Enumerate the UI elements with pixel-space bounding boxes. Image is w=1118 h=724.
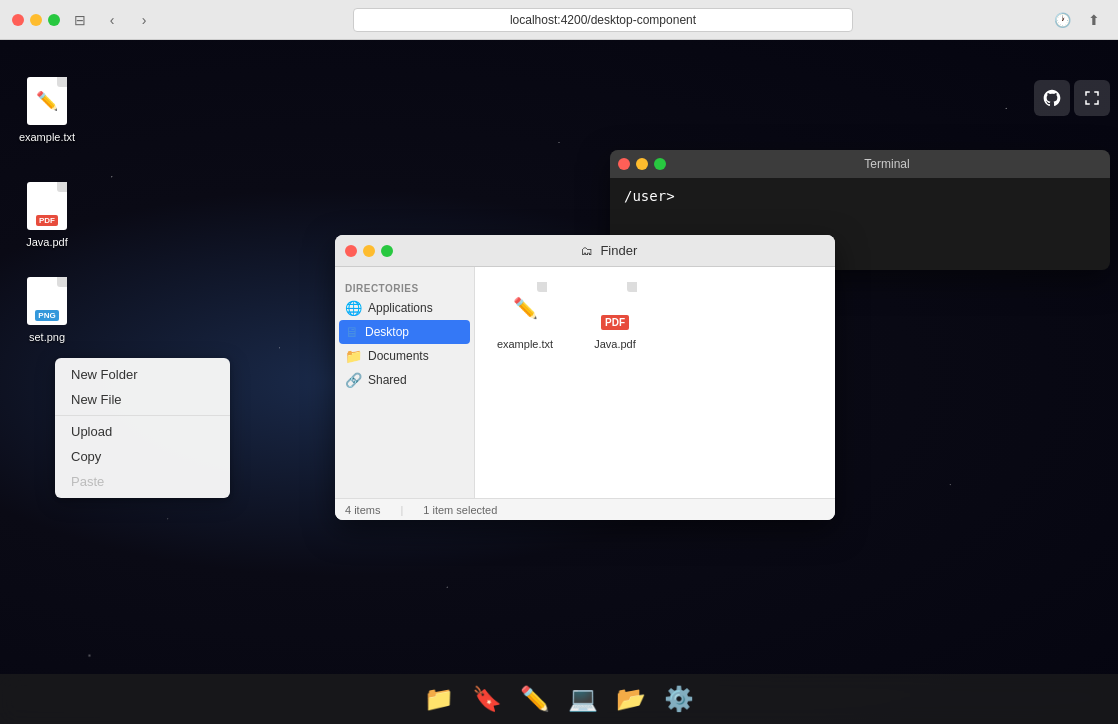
finder-file-label-example-txt: example.txt (497, 338, 553, 350)
finder-file-label-java-pdf: Java.pdf (594, 338, 636, 350)
finder-sidebar: Directories 🌐 Applications 🖥 Desktop 📁 D… (335, 267, 475, 498)
context-menu-copy[interactable]: Copy (55, 444, 230, 469)
context-menu-upload[interactable]: Upload (55, 419, 230, 444)
maximize-button[interactable] (48, 14, 60, 26)
taskbar-pencil-icon[interactable]: ✏️ (517, 681, 553, 717)
finder-statusbar: 4 items | 1 item selected (335, 498, 835, 520)
txt-file-icon: ✏️ (27, 77, 67, 125)
finder-traffic-lights (345, 245, 393, 257)
finder-minimize[interactable] (363, 245, 375, 257)
context-menu-new-folder[interactable]: New Folder (55, 362, 230, 387)
terminal-title: Terminal (672, 157, 1102, 171)
url-text: localhost:4200/desktop-component (510, 13, 696, 27)
context-menu-divider (55, 415, 230, 416)
sidebar-item-shared[interactable]: 🔗 Shared (335, 368, 474, 392)
taskbar-terminal-icon[interactable]: 💻 (565, 681, 601, 717)
desktop-icon-java-pdf[interactable]: PDF Java.pdf (12, 180, 82, 249)
desktop-icon-sidebar: 🖥 (345, 324, 359, 340)
finder-window: 🗂 Finder Directories 🌐 Applications 🖥 De… (335, 235, 835, 520)
finder-maximize[interactable] (381, 245, 393, 257)
finder-pdf-icon: PDF (593, 282, 637, 334)
applications-icon: 🌐 (345, 300, 362, 316)
desktop-icon-example-txt[interactable]: ✏️ example.txt (12, 75, 82, 144)
finder-body: Directories 🌐 Applications 🖥 Desktop 📁 D… (335, 267, 835, 498)
finder-txt-icon: ✏️ (503, 282, 547, 334)
finder-sidebar-header: Directories (335, 281, 474, 296)
context-menu: New Folder New File Upload Copy Paste (55, 358, 230, 498)
terminal-close[interactable] (618, 158, 630, 170)
context-menu-paste[interactable]: Paste (55, 469, 230, 494)
address-bar[interactable]: localhost:4200/desktop-component (353, 8, 853, 32)
fullscreen-icon[interactable] (1074, 80, 1110, 116)
browser-chrome: ⊟ ‹ › localhost:4200/desktop-component 🕐… (0, 0, 1118, 40)
terminal-prompt: /user> (624, 188, 675, 204)
minimize-button[interactable] (30, 14, 42, 26)
taskbar-gear-icon[interactable]: ⚙️ (661, 681, 697, 717)
desktop: ✏️ example.txt PDF Java.pdf PNG set.png … (0, 40, 1118, 724)
finder-title: 🗂 Finder (393, 243, 825, 258)
desktop-icon-label-set-png: set.png (29, 331, 65, 344)
desktop-icon-label-java-pdf: Java.pdf (26, 236, 68, 249)
terminal-content[interactable]: /user> (610, 178, 1110, 214)
sidebar-item-applications[interactable]: 🌐 Applications (335, 296, 474, 320)
finder-file-java-pdf[interactable]: PDF Java.pdf (580, 282, 650, 350)
taskbar-folder-icon[interactable]: 📁 (421, 681, 457, 717)
sidebar-item-documents[interactable]: 📁 Documents (335, 344, 474, 368)
terminal-titlebar: Terminal (610, 150, 1110, 178)
sidebar-item-label-documents: Documents (368, 349, 429, 363)
finder-titlebar: 🗂 Finder (335, 235, 835, 267)
sidebar-item-label-desktop: Desktop (365, 325, 409, 339)
finder-sidebar-section: Directories 🌐 Applications 🖥 Desktop 📁 D… (335, 277, 474, 396)
traffic-lights (12, 14, 60, 26)
forward-button[interactable]: › (132, 8, 156, 32)
taskbar-bookmark-icon[interactable]: 🔖 (469, 681, 505, 717)
taskbar-files-icon[interactable]: 📂 (613, 681, 649, 717)
taskbar: 📁 🔖 ✏️ 💻 📂 ⚙️ (0, 674, 1118, 724)
finder-items-count: 4 items (345, 504, 380, 516)
finder-file-example-txt[interactable]: ✏️ example.txt (490, 282, 560, 350)
finder-selected-count: 1 item selected (423, 504, 497, 516)
png-file-icon: PNG (27, 277, 67, 325)
history-button[interactable]: 🕐 (1050, 8, 1074, 32)
github-icon[interactable] (1034, 80, 1070, 116)
browser-right-icons: 🕐 ⬆ (1050, 8, 1106, 32)
terminal-maximize[interactable] (654, 158, 666, 170)
sidebar-toggle-button[interactable]: ⊟ (68, 8, 92, 32)
desktop-icon-set-png[interactable]: PNG set.png (12, 275, 82, 344)
terminal-minimize[interactable] (636, 158, 648, 170)
finder-content: ✏️ example.txt PDF Java.pdf (475, 267, 835, 498)
share-button[interactable]: ⬆ (1082, 8, 1106, 32)
back-button[interactable]: ‹ (100, 8, 124, 32)
desktop-icon-label-example-txt: example.txt (19, 131, 75, 144)
sidebar-item-label-applications: Applications (368, 301, 433, 315)
context-menu-new-file[interactable]: New File (55, 387, 230, 412)
top-right-icons (1034, 80, 1110, 116)
sidebar-item-desktop[interactable]: 🖥 Desktop (339, 320, 470, 344)
pdf-file-icon: PDF (27, 182, 67, 230)
documents-icon: 📁 (345, 348, 362, 364)
finder-close[interactable] (345, 245, 357, 257)
close-button[interactable] (12, 14, 24, 26)
sidebar-item-label-shared: Shared (368, 373, 407, 387)
shared-icon: 🔗 (345, 372, 362, 388)
